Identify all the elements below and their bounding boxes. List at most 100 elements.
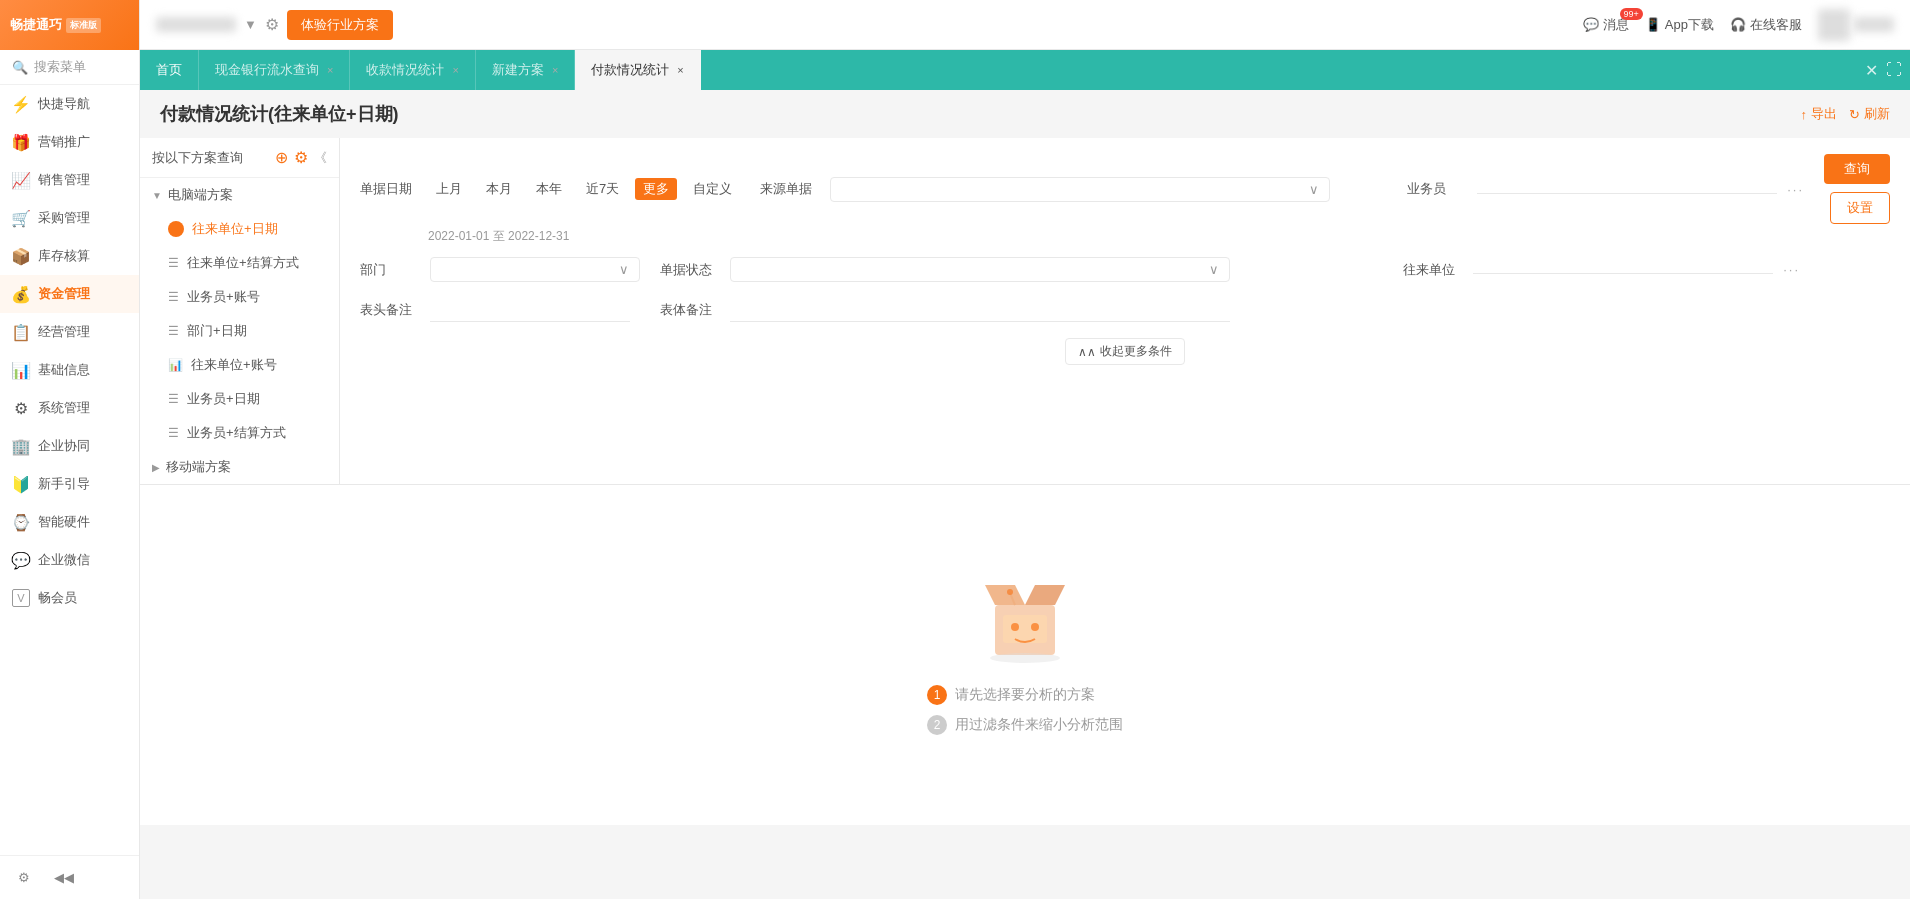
body-note-label: 表体备注: [660, 301, 720, 319]
body-note-input[interactable]: [730, 298, 1230, 322]
staff-more-btn[interactable]: ···: [1787, 182, 1804, 197]
sidebar-item-label: 快捷导航: [38, 95, 90, 113]
scheme-collapse-icon[interactable]: 《: [314, 149, 327, 167]
date-custom[interactable]: 自定义: [685, 178, 740, 200]
tab-bank-flow-close[interactable]: ×: [327, 64, 333, 76]
filter-staff-block: 业务员 ···: [1407, 180, 1804, 198]
scheme-item-dept-date[interactable]: ☰ 部门+日期: [140, 314, 339, 348]
sidebar-item-sales[interactable]: 📈 销售管理: [0, 161, 139, 199]
header-note-input[interactable]: [430, 298, 630, 322]
refresh-button[interactable]: ↻ 刷新: [1849, 105, 1890, 123]
scheme-panel-actions: ⊕ ⚙ 《: [275, 148, 327, 167]
app-label: App下载: [1665, 16, 1714, 34]
tab-new-scheme-close[interactable]: ×: [552, 64, 558, 76]
sidebar-item-wechat[interactable]: 💬 企业微信: [0, 541, 139, 579]
sidebar-item-label: 资金管理: [38, 285, 90, 303]
sidebar-footer: ⚙ ◀◀: [0, 855, 139, 899]
sidebar-item-quick-nav[interactable]: ⚡ 快捷导航: [0, 85, 139, 123]
date-last-7[interactable]: 近7天: [578, 178, 627, 200]
purchase-icon: 🛒: [12, 209, 30, 227]
wechat-icon: 💬: [12, 551, 30, 569]
marketing-icon: 🎁: [12, 133, 30, 151]
logo-text: 畅捷通巧: [10, 16, 62, 34]
sidebar-collapse-btn[interactable]: ◀◀: [46, 866, 82, 889]
sidebar-item-hardware[interactable]: ⌚ 智能硬件: [0, 503, 139, 541]
tab-home[interactable]: 首页: [140, 50, 199, 90]
query-button[interactable]: 查询: [1824, 154, 1890, 184]
sidebar-item-inventory[interactable]: 📦 库存核算: [0, 237, 139, 275]
scheme-item-staff-date[interactable]: ☰ 业务员+日期: [140, 382, 339, 416]
filter-dept-block: 部门 ∨: [360, 257, 640, 282]
sidebar-item-label: 销售管理: [38, 171, 90, 189]
dept-label: 部门: [360, 261, 420, 279]
scheme-item-unit-account[interactable]: 📊 往来单位+账号: [140, 348, 339, 382]
export-button[interactable]: ↑ 导出: [1801, 105, 1838, 123]
tab-spacer: [701, 50, 1857, 90]
tab-receipt-stats-close[interactable]: ×: [452, 64, 458, 76]
scheme-mobile-group-header[interactable]: ▶ 移动端方案: [140, 450, 339, 484]
collapse-button[interactable]: ∧∧ 收起更多条件: [1065, 338, 1185, 365]
tab-payment-stats-close[interactable]: ×: [677, 64, 683, 76]
scheme-item-unit-date[interactable]: 往来单位+日期: [140, 212, 339, 246]
sidebar-item-operations[interactable]: 📋 经营管理: [0, 313, 139, 351]
sidebar-item-label: 企业协同: [38, 437, 90, 455]
date-options: 上月 本月 本年 近7天 更多 自定义: [428, 178, 740, 200]
scheme-pc-group-header[interactable]: ▼ 电脑端方案: [140, 178, 339, 212]
sidebar-item-member[interactable]: V 畅会员: [0, 579, 139, 617]
step-2-num: 2: [927, 715, 947, 735]
messages-button[interactable]: 💬 消息 99+: [1583, 16, 1629, 34]
date-range-text: 2022-01-01 至 2022-12-31: [428, 229, 569, 243]
username: [1854, 17, 1894, 32]
svg-point-5: [1031, 623, 1039, 631]
tab-new-scheme[interactable]: 新建方案 ×: [476, 50, 575, 90]
topbar-gear-icon[interactable]: ⚙: [265, 15, 279, 34]
sidebar-search[interactable]: 🔍 搜索菜单: [0, 50, 139, 85]
scheme-item-staff-account[interactable]: ☰ 业务员+账号: [140, 280, 339, 314]
date-more[interactable]: 更多: [635, 178, 677, 200]
partner-input-wrapper: [1473, 265, 1773, 274]
system-icon: ⚙: [12, 399, 30, 417]
scheme-panel: 按以下方案查询 ⊕ ⚙ 《 ▼ 电脑端方案: [140, 138, 340, 484]
tab-payment-stats[interactable]: 付款情况统计 ×: [575, 50, 700, 90]
empty-illustration: [965, 565, 1085, 665]
partner-more-btn[interactable]: ···: [1783, 262, 1800, 277]
sidebar-settings-btn[interactable]: ⚙: [10, 866, 38, 889]
source-select[interactable]: ∨: [830, 177, 1330, 202]
service-icon: 🎧: [1730, 17, 1746, 32]
sidebar-item-guide[interactable]: 🔰 新手引导: [0, 465, 139, 503]
tab-receipt-stats[interactable]: 收款情况统计 ×: [350, 50, 475, 90]
tab-expand-icon[interactable]: ⛶: [1886, 61, 1902, 79]
app-download-button[interactable]: 📱 App下载: [1645, 16, 1714, 34]
sidebar-item-marketing[interactable]: 🎁 营销推广: [0, 123, 139, 161]
online-service-button[interactable]: 🎧 在线客服: [1730, 16, 1802, 34]
scheme-item-staff-settle[interactable]: ☰ 业务员+结算方式: [140, 416, 339, 450]
topbar-dropdown-arrow[interactable]: ▼: [244, 17, 257, 32]
sidebar-item-purchase[interactable]: 🛒 采购管理: [0, 199, 139, 237]
sidebar-item-system[interactable]: ⚙ 系统管理: [0, 389, 139, 427]
message-badge: 99+: [1620, 8, 1643, 20]
scheme-item-icon: [168, 221, 184, 237]
scheme-item-unit-settle[interactable]: ☰ 往来单位+结算方式: [140, 246, 339, 280]
date-this-month[interactable]: 本月: [478, 178, 520, 200]
sidebar-item-label: 经营管理: [38, 323, 90, 341]
tab-bank-flow[interactable]: 现金银行流水查询 ×: [199, 50, 350, 90]
tab-close-all-icon[interactable]: ✕: [1865, 61, 1878, 80]
date-last-month[interactable]: 上月: [428, 178, 470, 200]
date-this-year[interactable]: 本年: [528, 178, 570, 200]
sidebar-item-label: 采购管理: [38, 209, 90, 227]
tab-actions: ✕ ⛶: [1857, 50, 1910, 90]
filter-partner-block: 往来单位 ···: [1403, 261, 1800, 279]
sidebar-item-enterprise[interactable]: 🏢 企业协同: [0, 427, 139, 465]
dept-select[interactable]: ∨: [430, 257, 640, 282]
scheme-settings-icon[interactable]: ⚙: [294, 148, 308, 167]
sidebar-item-label: 营销推广: [38, 133, 90, 151]
sidebar-item-basic-info[interactable]: 📊 基础信息: [0, 351, 139, 389]
scheme-pc-arrow: ▼: [152, 190, 162, 201]
docstatus-select[interactable]: ∨: [730, 257, 1230, 282]
trial-button[interactable]: 体验行业方案: [287, 10, 393, 40]
scheme-add-icon[interactable]: ⊕: [275, 148, 288, 167]
settings-button[interactable]: 设置: [1830, 192, 1890, 224]
collapse-label: 收起更多条件: [1100, 343, 1172, 360]
user-avatar[interactable]: [1818, 9, 1894, 41]
sidebar-item-finance[interactable]: 💰 资金管理: [0, 275, 139, 313]
